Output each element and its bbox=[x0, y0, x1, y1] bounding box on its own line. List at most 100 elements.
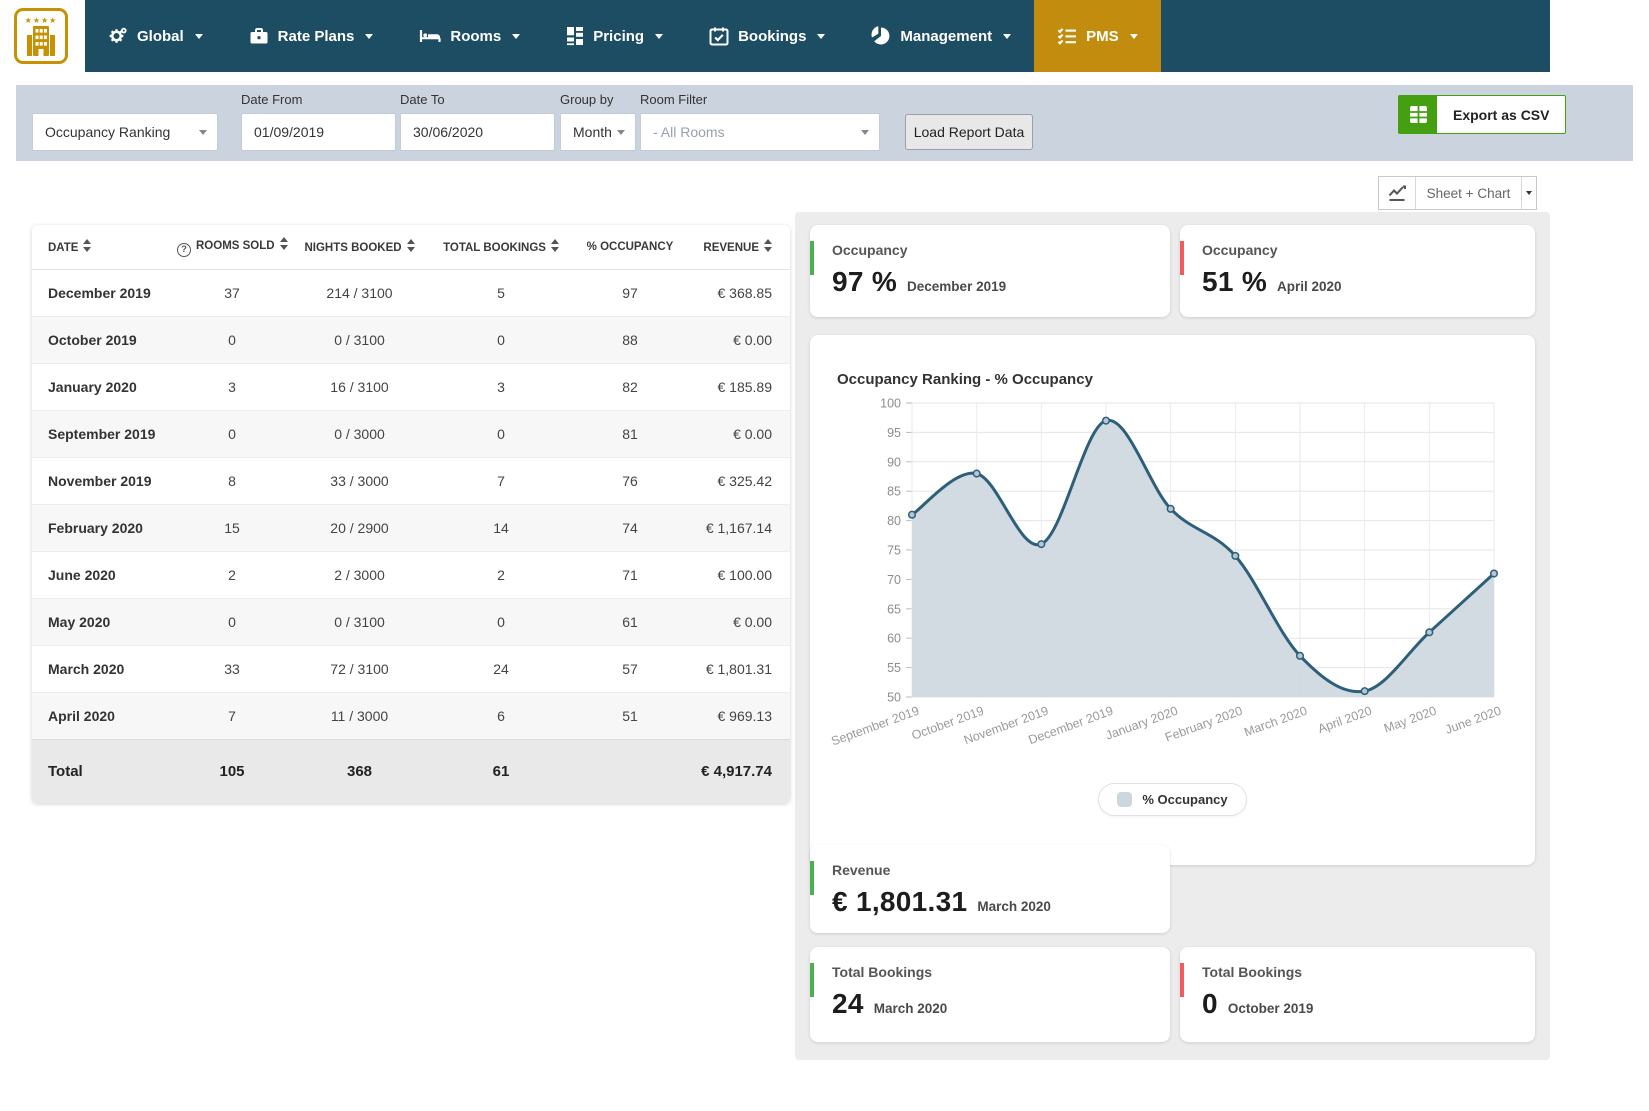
status-accent-bar bbox=[810, 861, 814, 895]
date-to-input[interactable] bbox=[400, 113, 555, 151]
column-header-nights-booked[interactable]: NIGHTS BOOKED bbox=[287, 225, 432, 269]
svg-text:65: 65 bbox=[887, 602, 901, 616]
table-row: October 201900 / 3100088€ 0.00 bbox=[32, 316, 790, 363]
svg-text:80: 80 bbox=[887, 514, 901, 528]
dropdown-caret[interactable] bbox=[1521, 177, 1536, 209]
stat-card-revenue-max: Revenue € 1,801.31 March 2020 bbox=[810, 845, 1170, 933]
chevron-down-icon bbox=[1003, 34, 1011, 39]
occupancy-area-chart: 50556065707580859095100September 2019Oct… bbox=[822, 393, 1512, 765]
nav-item-bookings[interactable]: Bookings bbox=[686, 0, 848, 72]
svg-text:55: 55 bbox=[887, 661, 901, 675]
nav-item-pms[interactable]: PMS bbox=[1034, 0, 1161, 72]
chevron-down-icon bbox=[512, 34, 520, 39]
sort-icon bbox=[551, 239, 559, 252]
svg-text:75: 75 bbox=[887, 544, 901, 558]
load-report-data-button[interactable]: Load Report Data bbox=[905, 114, 1033, 150]
sort-icon bbox=[407, 239, 415, 252]
column-header-revenue[interactable]: REVENUE bbox=[690, 225, 790, 269]
view-mode-select[interactable]: Sheet + Chart bbox=[1378, 176, 1537, 210]
stat-title: Revenue bbox=[832, 862, 1150, 878]
stat-period: March 2020 bbox=[977, 899, 1051, 914]
table-row: December 201937214 / 3100597€ 368.85 bbox=[32, 269, 790, 316]
svg-text:100: 100 bbox=[880, 397, 901, 411]
nav-item-rooms[interactable]: Rooms bbox=[396, 0, 543, 72]
stat-card-occupancy-max: Occupancy 97 % December 2019 bbox=[810, 225, 1170, 317]
stat-card-occupancy-min: Occupancy 51 % April 2020 bbox=[1180, 225, 1535, 317]
svg-text:April 2020: April 2020 bbox=[1316, 704, 1374, 736]
stat-title: Total Bookings bbox=[832, 964, 1150, 980]
chevron-down-icon bbox=[617, 130, 625, 135]
table-row: May 202000 / 3100061€ 0.00 bbox=[32, 598, 790, 645]
chart-title: Occupancy Ranking - % Occupancy bbox=[837, 371, 1093, 388]
filter-bar: Occupancy Ranking Date From Date To Grou… bbox=[16, 85, 1633, 161]
checklist-icon bbox=[1057, 26, 1077, 46]
help-icon[interactable]: ? bbox=[177, 243, 191, 257]
nav-item-label: PMS bbox=[1086, 28, 1119, 45]
group-by-select[interactable]: Month bbox=[560, 113, 636, 151]
date-from-input[interactable] bbox=[241, 113, 396, 151]
chevron-down-icon bbox=[1526, 191, 1532, 195]
nav-item-rate-plans[interactable]: Rate Plans bbox=[226, 0, 397, 72]
report-type-value: Occupancy Ranking bbox=[45, 124, 170, 140]
spreadsheet-icon bbox=[1399, 96, 1437, 133]
svg-text:95: 95 bbox=[887, 426, 901, 440]
report-table-card: DATE ?ROOMS SOLD NIGHTS BOOKED TOTAL BOO… bbox=[32, 225, 790, 803]
calendar-check-icon bbox=[709, 26, 729, 46]
stat-card-bookings-max: Total Bookings 24 March 2020 bbox=[810, 947, 1170, 1042]
stat-value: 0 bbox=[1202, 988, 1218, 1020]
sort-icon bbox=[280, 237, 288, 250]
chevron-down-icon bbox=[655, 34, 663, 39]
occupancy-chart-card: Occupancy Ranking - % Occupancy 50556065… bbox=[810, 335, 1535, 865]
date-to-label: Date To bbox=[400, 92, 445, 107]
chart-legend[interactable]: % Occupancy bbox=[1098, 783, 1246, 816]
stat-period: April 2020 bbox=[1277, 279, 1342, 294]
column-header-date[interactable]: DATE bbox=[32, 225, 177, 269]
room-filter-label: Room Filter bbox=[640, 92, 707, 107]
gears-icon bbox=[108, 26, 128, 46]
hotel-building-icon bbox=[25, 26, 57, 56]
pms-report-page: ★★★★ Global bbox=[0, 0, 1649, 1111]
nav-item-global[interactable]: Global bbox=[85, 0, 226, 72]
nav-item-label: Management bbox=[900, 28, 992, 45]
export-csv-label: Export as CSV bbox=[1437, 96, 1565, 133]
table-row: January 2020316 / 3100382€ 185.89 bbox=[32, 363, 790, 410]
stat-title: Total Bookings bbox=[1202, 964, 1515, 980]
kpi-panel: Occupancy 97 % December 2019 Occupancy 5… bbox=[795, 212, 1550, 1060]
svg-text:70: 70 bbox=[887, 573, 901, 587]
hotel-logo[interactable]: ★★★★ bbox=[14, 8, 68, 64]
nav-item-pricing[interactable]: Pricing bbox=[543, 0, 686, 72]
date-from-label: Date From bbox=[241, 92, 302, 107]
pie-chart-icon bbox=[871, 26, 891, 46]
stat-card-bookings-min: Total Bookings 0 October 2019 bbox=[1180, 947, 1535, 1042]
room-filter-value: - All Rooms bbox=[653, 124, 725, 140]
briefcase-icon bbox=[249, 26, 269, 46]
status-accent-bar bbox=[810, 963, 814, 997]
stat-value: 97 % bbox=[832, 266, 897, 298]
bed-icon bbox=[419, 26, 441, 46]
nav-item-label: Rooms bbox=[450, 28, 501, 45]
chevron-down-icon bbox=[817, 34, 825, 39]
export-csv-button[interactable]: Export as CSV bbox=[1398, 95, 1566, 134]
occupancy-ranking-table: DATE ?ROOMS SOLD NIGHTS BOOKED TOTAL BOO… bbox=[32, 225, 790, 803]
stat-value: € 1,801.31 bbox=[832, 886, 967, 918]
nav-item-label: Bookings bbox=[738, 28, 806, 45]
room-filter-select[interactable]: - All Rooms bbox=[640, 113, 880, 151]
table-header-row: DATE ?ROOMS SOLD NIGHTS BOOKED TOTAL BOO… bbox=[32, 225, 790, 269]
svg-text:90: 90 bbox=[887, 455, 901, 469]
chevron-down-icon bbox=[1130, 34, 1138, 39]
table-total-row: Total10536861€ 4,917.74 bbox=[32, 739, 790, 803]
column-header-rooms-sold[interactable]: ?ROOMS SOLD bbox=[177, 225, 287, 269]
nav-item-management[interactable]: Management bbox=[848, 0, 1034, 72]
group-by-label: Group by bbox=[560, 92, 613, 107]
status-accent-bar bbox=[1180, 241, 1184, 275]
column-header-occupancy[interactable]: % OCCUPANCY bbox=[570, 225, 690, 269]
stat-period: October 2019 bbox=[1228, 1001, 1314, 1016]
svg-text:June 2020: June 2020 bbox=[1443, 704, 1503, 737]
legend-label: % Occupancy bbox=[1142, 792, 1227, 807]
svg-text:September 2019: September 2019 bbox=[829, 704, 921, 749]
column-header-total-bookings[interactable]: TOTAL BOOKINGS bbox=[432, 225, 570, 269]
report-type-select[interactable]: Occupancy Ranking bbox=[32, 113, 218, 151]
grid-icon bbox=[566, 26, 584, 46]
nav-item-label: Pricing bbox=[593, 28, 644, 45]
view-mode-value: Sheet + Chart bbox=[1416, 177, 1521, 209]
